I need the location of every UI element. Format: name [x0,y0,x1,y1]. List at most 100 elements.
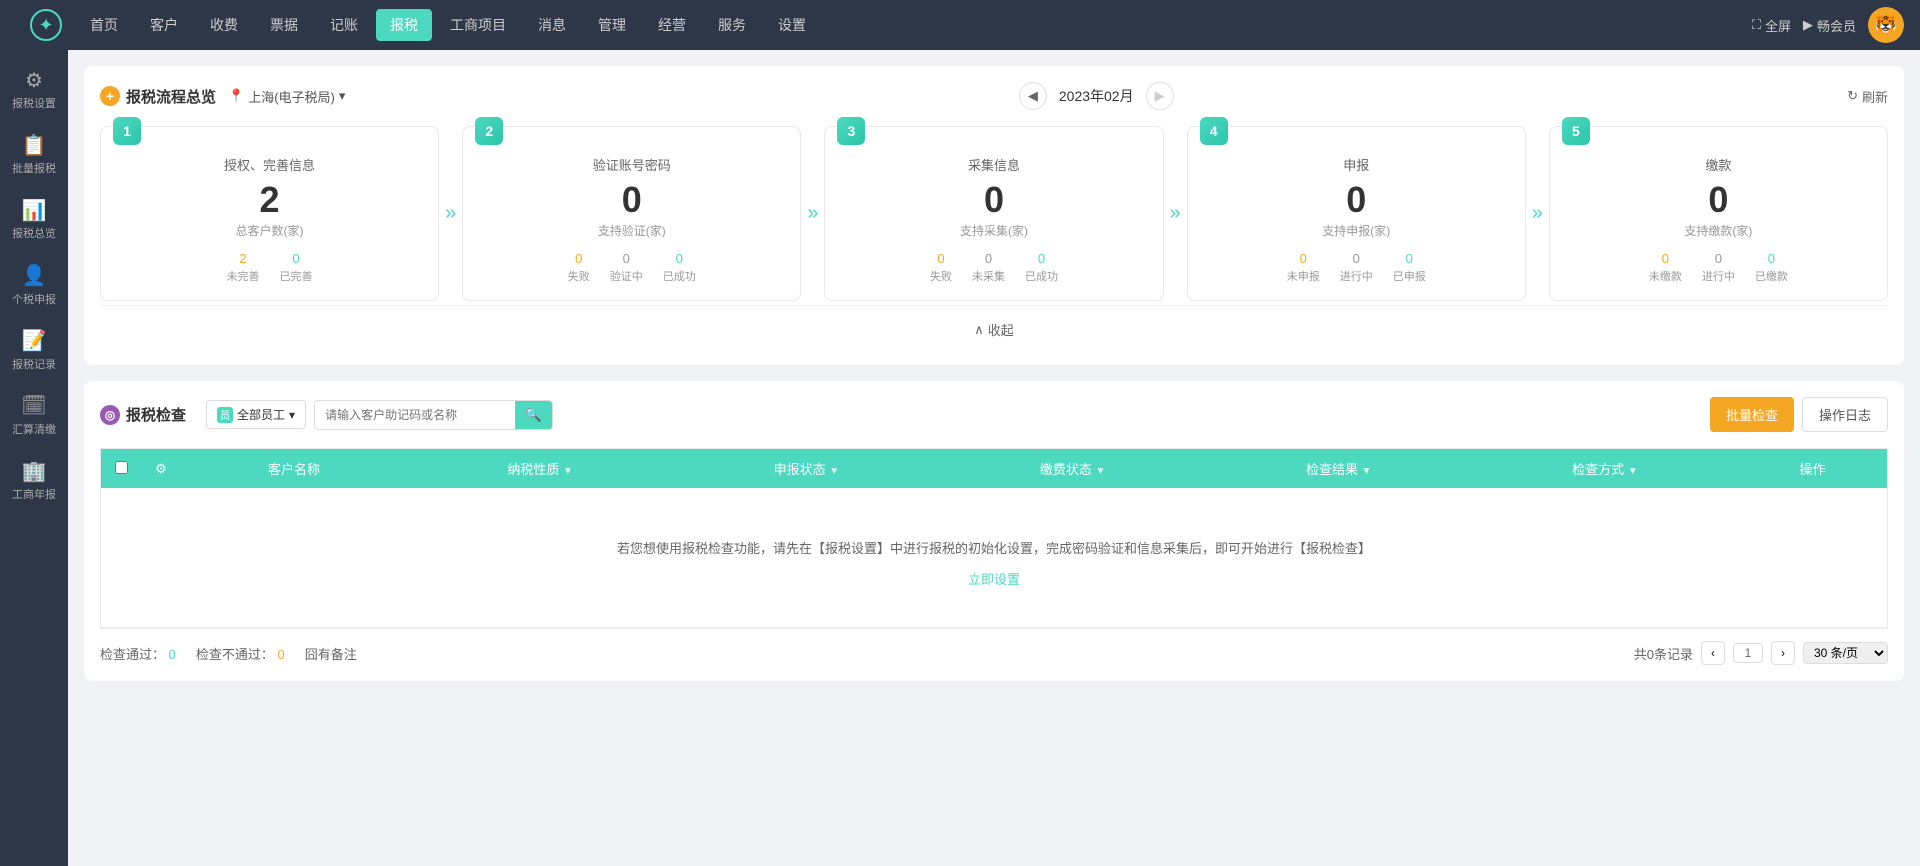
stat-verifying-label: 验证中 [610,268,643,284]
pass-count[interactable]: 0 [169,647,176,662]
sidebar-item-batch-tax[interactable]: 📋 批量报税 [4,123,64,184]
th-checkbox [101,449,141,488]
nav-tax[interactable]: 报税 [376,9,432,41]
location-icon: 📍 [228,88,244,104]
tax-bureau-name: 上海(电子税局) [248,87,335,106]
th-payment-status: 缴费状态 ▼ [939,449,1205,488]
top-nav: ✦ 首页 客户 收费 票据 记账 报税 工商项目 消息 管理 经营 服务 设置 … [0,0,1920,50]
card-number-2: 0 [479,182,784,218]
th-tax-nature: 纳税性质 ▼ [407,449,673,488]
fail-count[interactable]: 0 [278,647,285,662]
flow-card-3: 3 采集信息 0 支持采集(家) 0 失败 0 未采集 0 已成功 [824,126,1163,301]
check-header: ◎ 报税检查 员 全部员工 ▾ 🔍 批量检查 操作日志 [100,397,1888,432]
nav-items: 首页 客户 收费 票据 记账 报税 工商项目 消息 管理 经营 服务 设置 [76,9,1752,41]
stat-reporting-label: 进行中 [1340,268,1373,284]
card-stats-3: 0 失败 0 未采集 0 已成功 [841,251,1146,284]
footer-left: 检查通过： 0 检查不通过： 0 囧有备注 [100,644,357,663]
nav-home[interactable]: 首页 [76,9,132,41]
stat-fail-3: 0 失败 [930,251,952,284]
stat-not-reported-label: 未申报 [1287,268,1320,284]
card-number-3: 0 [841,182,1146,218]
nav-operation[interactable]: 经营 [644,9,700,41]
stat-reporting-value: 0 [1353,251,1360,266]
empty-state-cell: 若您想使用报税检查功能，请先在【报税设置】中进行报税的初始化设置，完成密码验证和… [101,488,1887,628]
tax-record-label: 报税记录 [12,359,56,372]
stat-paying: 0 进行中 [1702,251,1735,284]
next-month-btn[interactable]: ▶ [1146,82,1174,110]
tax-settings-label: 报税设置 [12,98,56,111]
nav-settings[interactable]: 设置 [764,9,820,41]
sidebar-item-tax-settings[interactable]: ⚙ 报税设置 [4,58,64,119]
personal-tax-label: 个税申报 [12,294,56,307]
tax-bureau-selector[interactable]: 📍 上海(电子税局) ▾ [228,87,345,106]
flow-card-4: 4 申报 0 支持申报(家) 0 未申报 0 进行中 0 已申报 [1187,126,1526,301]
nav-message[interactable]: 消息 [524,9,580,41]
table-body: 若您想使用报税检查功能，请先在【报税设置】中进行报税的初始化设置，完成密码验证和… [101,488,1887,628]
stat-paying-label: 进行中 [1702,268,1735,284]
flow-card-1: 1 授权、完善信息 2 总客户数(家) 2 未完善 0 已完善 [100,126,439,301]
pass-label-text: 检查通过： [100,647,165,662]
filter-icon-4[interactable]: ▼ [1362,466,1372,477]
immediate-setup-link[interactable]: 立即设置 [968,572,1020,587]
prev-month-btn[interactable]: ◀ [1019,82,1047,110]
refresh-btn[interactable]: ↻ 刷新 [1847,87,1888,106]
prev-page-btn[interactable]: ‹ [1701,641,1725,665]
stat-success-2-label: 已成功 [663,268,696,284]
refresh-label: 刷新 [1862,87,1888,106]
stat-complete-value: 0 [292,251,299,266]
stat-not-reported: 0 未申报 [1287,251,1320,284]
filter-icon-3[interactable]: ▼ [1095,466,1105,477]
nav-business[interactable]: 工商项目 [436,9,520,41]
flow-arrow-4: » [1526,126,1549,301]
check-title-icon: ◎ [100,405,120,425]
stat-paid-value: 0 [1768,251,1775,266]
check-title: ◎ 报税检查 [100,404,186,425]
sidebar-item-annual-report[interactable]: 🏢 工商年报 [4,449,64,510]
page-size-select[interactable]: 30 条/页 50 条/页 100 条/页 [1803,642,1888,664]
sidebar-item-tax-record[interactable]: 📝 报税记录 [4,319,64,380]
sidebar-item-settlement[interactable]: 🗓 汇算清缴 [4,384,64,445]
collapse-btn[interactable]: ∧ 收起 [100,310,1888,349]
operation-log-btn[interactable]: 操作日志 [1802,397,1888,432]
sidebar-item-overview[interactable]: 📊 报税总览 [4,188,64,249]
select-all-checkbox[interactable] [115,461,128,474]
search-input[interactable] [315,403,515,427]
nav-service[interactable]: 服务 [704,9,760,41]
mascot[interactable]: 🐯 [1868,7,1904,43]
search-btn[interactable]: 🔍 [515,401,552,429]
batch-check-btn[interactable]: 批量检查 [1710,397,1794,432]
filter-icon-2[interactable]: ▼ [829,466,839,477]
stat-success-3-label: 已成功 [1025,268,1058,284]
overview-title: + 报税流程总览 [100,86,216,107]
date-text: 2023年02月 [1059,86,1134,106]
card-stats-4: 0 未申报 0 进行中 0 已申报 [1204,251,1509,284]
sidebar-item-personal-tax[interactable]: 👤 个税申报 [4,254,64,315]
card-subtitle-4: 支持申报(家) [1204,222,1509,239]
fullscreen-icon: ⛶ [1752,17,1761,33]
next-page-btn[interactable]: › [1771,641,1795,665]
nav-bookkeeping[interactable]: 记账 [316,9,372,41]
stat-fail-3-value: 0 [937,251,944,266]
stat-complete: 0 已完善 [280,251,313,284]
filter-icon-1[interactable]: ▼ [563,466,573,477]
fullscreen-btn[interactable]: ⛶ 全屏 [1752,16,1791,35]
gear-icon[interactable]: ⚙ [155,461,167,476]
th-report-status: 申报状态 ▼ [673,449,939,488]
nav-customer[interactable]: 客户 [136,9,192,41]
card-number-1: 2 [117,182,422,218]
filter-icon-5[interactable]: ▼ [1628,466,1638,477]
nav-fee[interactable]: 收费 [196,9,252,41]
fail-label: 检查不通过： 0 [196,644,285,663]
stat-not-collected: 0 未采集 [972,251,1005,284]
stat-success-2: 0 已成功 [663,251,696,284]
nav-invoice[interactable]: 票据 [256,9,312,41]
card-title-1: 授权、完善信息 [117,155,422,174]
employee-filter[interactable]: 员 全部员工 ▾ [206,400,306,429]
card-title-4: 申报 [1204,155,1509,174]
vip-btn[interactable]: ▶ 畅会员 [1803,16,1856,35]
flow-card-2: 2 验证账号密码 0 支持验证(家) 0 失败 0 验证中 0 已成功 [462,126,801,301]
collapse-label: 收起 [988,320,1014,339]
stat-incomplete: 2 未完善 [227,251,260,284]
nav-management[interactable]: 管理 [584,9,640,41]
footer-right: 共0条记录 ‹ 1 › 30 条/页 50 条/页 100 条/页 [1634,641,1888,665]
